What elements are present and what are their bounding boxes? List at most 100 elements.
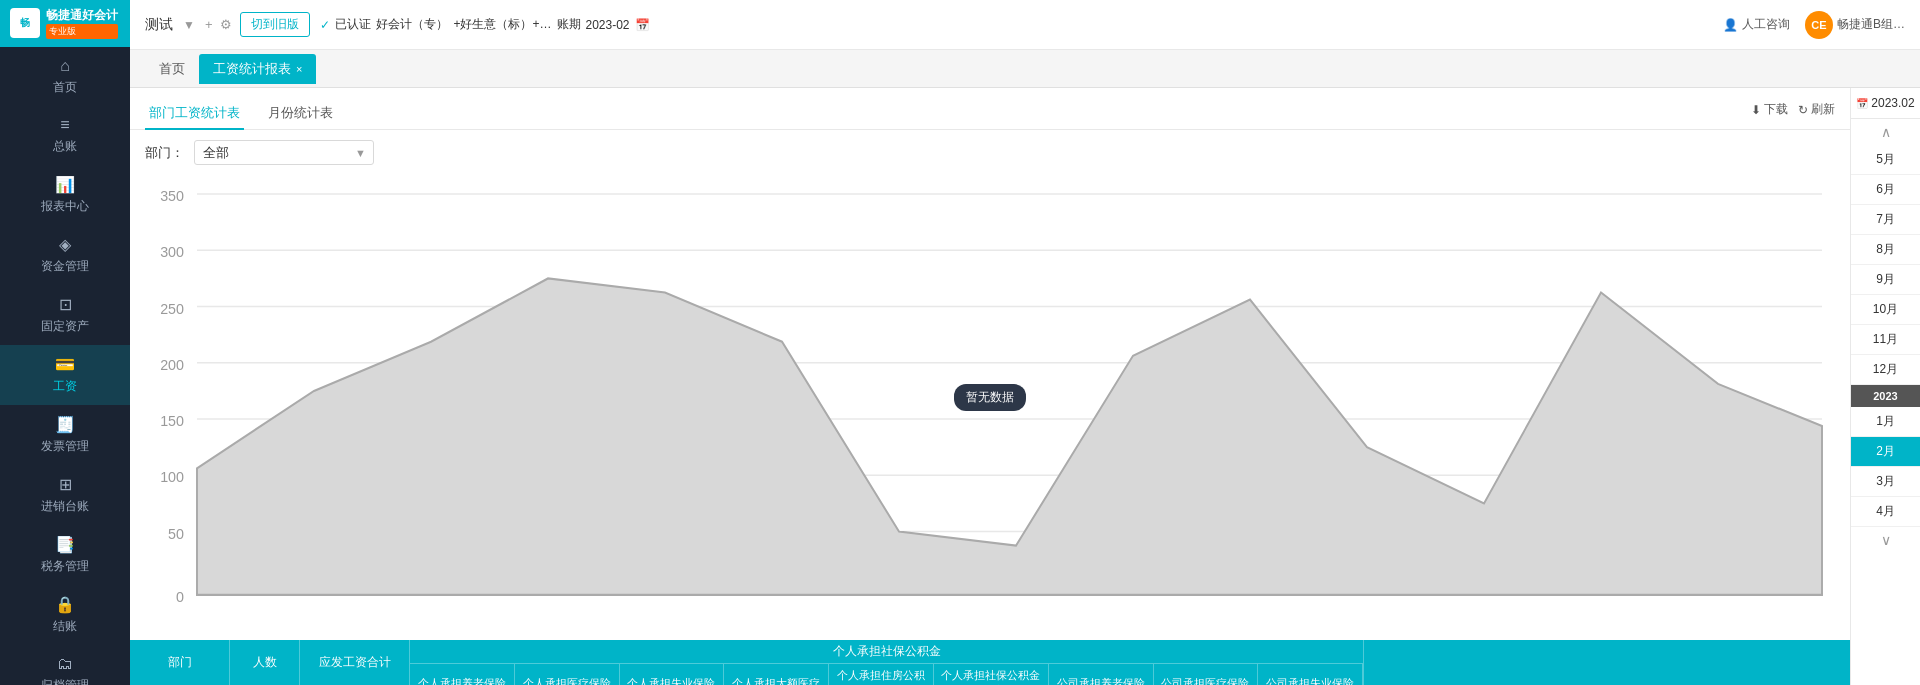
tab-close-icon[interactable]: × (296, 63, 302, 75)
content-area: 部门工资统计表 月份统计表 ⬇ 下载 ↻ 刷新 部门： (130, 88, 1920, 685)
sidebar-item-label: 资金管理 (41, 258, 89, 275)
sub-tabs-right: ⬇ 下载 ↻ 刷新 (1751, 101, 1835, 126)
svg-text:300: 300 (160, 244, 184, 261)
download-button[interactable]: ⬇ 下载 (1751, 101, 1788, 118)
svg-text:350: 350 (160, 188, 184, 205)
switch-old-button[interactable]: 切到旧版 (240, 12, 310, 37)
period-value: 2023-02 (586, 18, 630, 32)
col-total-salary: 应发工资合计 (300, 640, 410, 685)
svg-text:250: 250 (160, 300, 184, 317)
sidebar-item-sales[interactable]: ⊞ 进销台账 (0, 465, 130, 525)
date-item-8[interactable]: 8月 (1851, 235, 1920, 265)
svg-text:0: 0 (176, 588, 184, 605)
sidebar-item-funds[interactable]: ◈ 资金管理 (0, 225, 130, 285)
biz-label: +好生意（标）+… (453, 16, 551, 33)
sidebar-item-label: 进销台账 (41, 498, 89, 515)
date-item-9[interactable]: 9月 (1851, 265, 1920, 295)
main-content: 部门工资统计表 月份统计表 ⬇ 下载 ↻ 刷新 部门： (130, 88, 1850, 685)
topbar-right: 👤 人工咨询 CE 畅捷通B组… (1723, 11, 1905, 39)
sidebar-item-label: 发票管理 (41, 438, 89, 455)
home-icon: ⌂ (60, 57, 70, 75)
tax-icon: 📑 (55, 535, 75, 554)
table-footer: 部门 人数 应发工资合计 个人承担社保公积金 个人承担养老保险 个人承担医疗保险… (130, 640, 1850, 685)
funds-icon: ◈ (59, 235, 71, 254)
gear-icon[interactable]: ⚙ (220, 17, 232, 32)
download-label: 下载 (1764, 101, 1788, 118)
date-item-12[interactable]: 12月 (1851, 355, 1920, 385)
sidebar-item-ledger[interactable]: ≡ 总账 (0, 106, 130, 165)
sidebar-item-closing[interactable]: 🔒 结账 (0, 585, 130, 645)
topbar: 测试 ▼ + ⚙ 切到旧版 ✓ 已认证 好会计（专） +好生意（标）+… 账期 … (130, 0, 1920, 50)
topbar-status: ✓ 已认证 好会计（专） +好生意（标）+… 账期 2023-02 📅 (320, 16, 649, 33)
sidebar-item-salary[interactable]: 💳 工资 (0, 345, 130, 405)
department-select-wrapper: 全部 部门A 部门B ▼ (194, 140, 374, 165)
salary-icon: 💳 (55, 355, 75, 374)
sub-col-total-social: 个人承担社保公积金合计 (934, 664, 1049, 685)
invoice-icon: 🧾 (55, 415, 75, 434)
help-icon: 👤 (1723, 18, 1738, 32)
accounting-label: 好会计（专） (376, 16, 448, 33)
avatar: CE (1805, 11, 1833, 39)
date-item-5[interactable]: 5月 (1851, 145, 1920, 175)
sub-col-company-unemp: 公司承担失业保险 (1258, 664, 1363, 685)
logo-badge: 专业版 (46, 24, 118, 39)
sidebar-item-label: 税务管理 (41, 558, 89, 575)
date-nav-up[interactable]: ∧ (1851, 119, 1920, 145)
reports-icon: 📊 (55, 175, 75, 194)
date-item-10[interactable]: 10月 (1851, 295, 1920, 325)
sub-col-housing-fund: 个人承担住房公积金 (829, 664, 934, 685)
sub-tabs-left: 部门工资统计表 月份统计表 (145, 98, 337, 129)
refresh-icon: ↻ (1798, 103, 1808, 117)
sidebar-item-archive[interactable]: 🗂 归档管理 (0, 645, 130, 685)
sidebar-item-assets[interactable]: ⊡ 固定资产 (0, 285, 130, 345)
period-label: 账期 (557, 16, 581, 33)
sidebar-item-label: 工资 (53, 378, 77, 395)
user-button[interactable]: CE 畅捷通B组… (1805, 11, 1905, 39)
sidebar-item-tax[interactable]: 📑 税务管理 (0, 525, 130, 585)
department-select[interactable]: 全部 部门A 部门B (194, 140, 374, 165)
date-item-11[interactable]: 11月 (1851, 325, 1920, 355)
sidebar-item-invoice[interactable]: 🧾 发票管理 (0, 405, 130, 465)
date-item-2[interactable]: 2月 (1851, 437, 1920, 467)
sidebar-item-home[interactable]: ⌂ 首页 (0, 47, 130, 106)
right-date-sidebar: 📅 2023.02 ∧ 5月 6月 7月 8月 9月 10月 11月 12月 2… (1850, 88, 1920, 685)
date-nav-down[interactable]: ∨ (1851, 527, 1920, 553)
sub-tab-department[interactable]: 部门工资统计表 (145, 98, 244, 130)
sales-icon: ⊞ (59, 475, 72, 494)
sidebar-item-label: 首页 (53, 79, 77, 96)
svg-marker-16 (197, 278, 1822, 594)
closing-icon: 🔒 (55, 595, 75, 614)
date-item-6[interactable]: 6月 (1851, 175, 1920, 205)
date-item-4[interactable]: 4月 (1851, 497, 1920, 527)
main-area: 测试 ▼ + ⚙ 切到旧版 ✓ 已认证 好会计（专） +好生意（标）+… 账期 … (130, 0, 1920, 685)
calendar-icon[interactable]: 📅 (635, 18, 650, 32)
col-headcount: 人数 (230, 640, 300, 685)
date-item-3[interactable]: 3月 (1851, 467, 1920, 497)
help-button[interactable]: 👤 人工咨询 (1723, 16, 1790, 33)
tab-salary-report[interactable]: 工资统计报表 × (199, 54, 316, 84)
sub-tabs-bar: 部门工资统计表 月份统计表 ⬇ 下载 ↻ 刷新 (130, 88, 1850, 130)
date-year-2023: 2023 (1851, 385, 1920, 407)
topbar-dropdown-arrow[interactable]: ▼ (183, 18, 195, 32)
date-item-1[interactable]: 1月 (1851, 407, 1920, 437)
sub-col-medical: 个人承担医疗保险 (515, 664, 620, 685)
app-logo: 畅 畅捷通好会计 专业版 (0, 0, 130, 47)
svg-text:150: 150 (160, 413, 184, 430)
ledger-icon: ≡ (60, 116, 69, 134)
sidebar-item-reports[interactable]: 📊 报表中心 (0, 165, 130, 225)
date-item-7[interactable]: 7月 (1851, 205, 1920, 235)
tooltip-text: 暂无数据 (966, 390, 1014, 404)
chart-area: 350 300 250 200 150 100 50 0 (130, 175, 1850, 640)
sub-col-company-pension: 公司承担养老保险 (1049, 664, 1154, 685)
help-label: 人工咨询 (1742, 16, 1790, 33)
download-icon: ⬇ (1751, 103, 1761, 117)
tab-home[interactable]: 首页 (145, 54, 199, 84)
add-icon[interactable]: + (205, 17, 213, 32)
sub-tab-monthly[interactable]: 月份统计表 (264, 98, 337, 130)
date-header-value: 2023.02 (1871, 96, 1914, 110)
refresh-button[interactable]: ↻ 刷新 (1798, 101, 1835, 118)
topbar-title: 测试 (145, 16, 173, 34)
sidebar-item-label: 固定资产 (41, 318, 89, 335)
logo-icon: 畅 (10, 8, 40, 38)
sub-col-pension: 个人承担养老保险 (410, 664, 515, 685)
